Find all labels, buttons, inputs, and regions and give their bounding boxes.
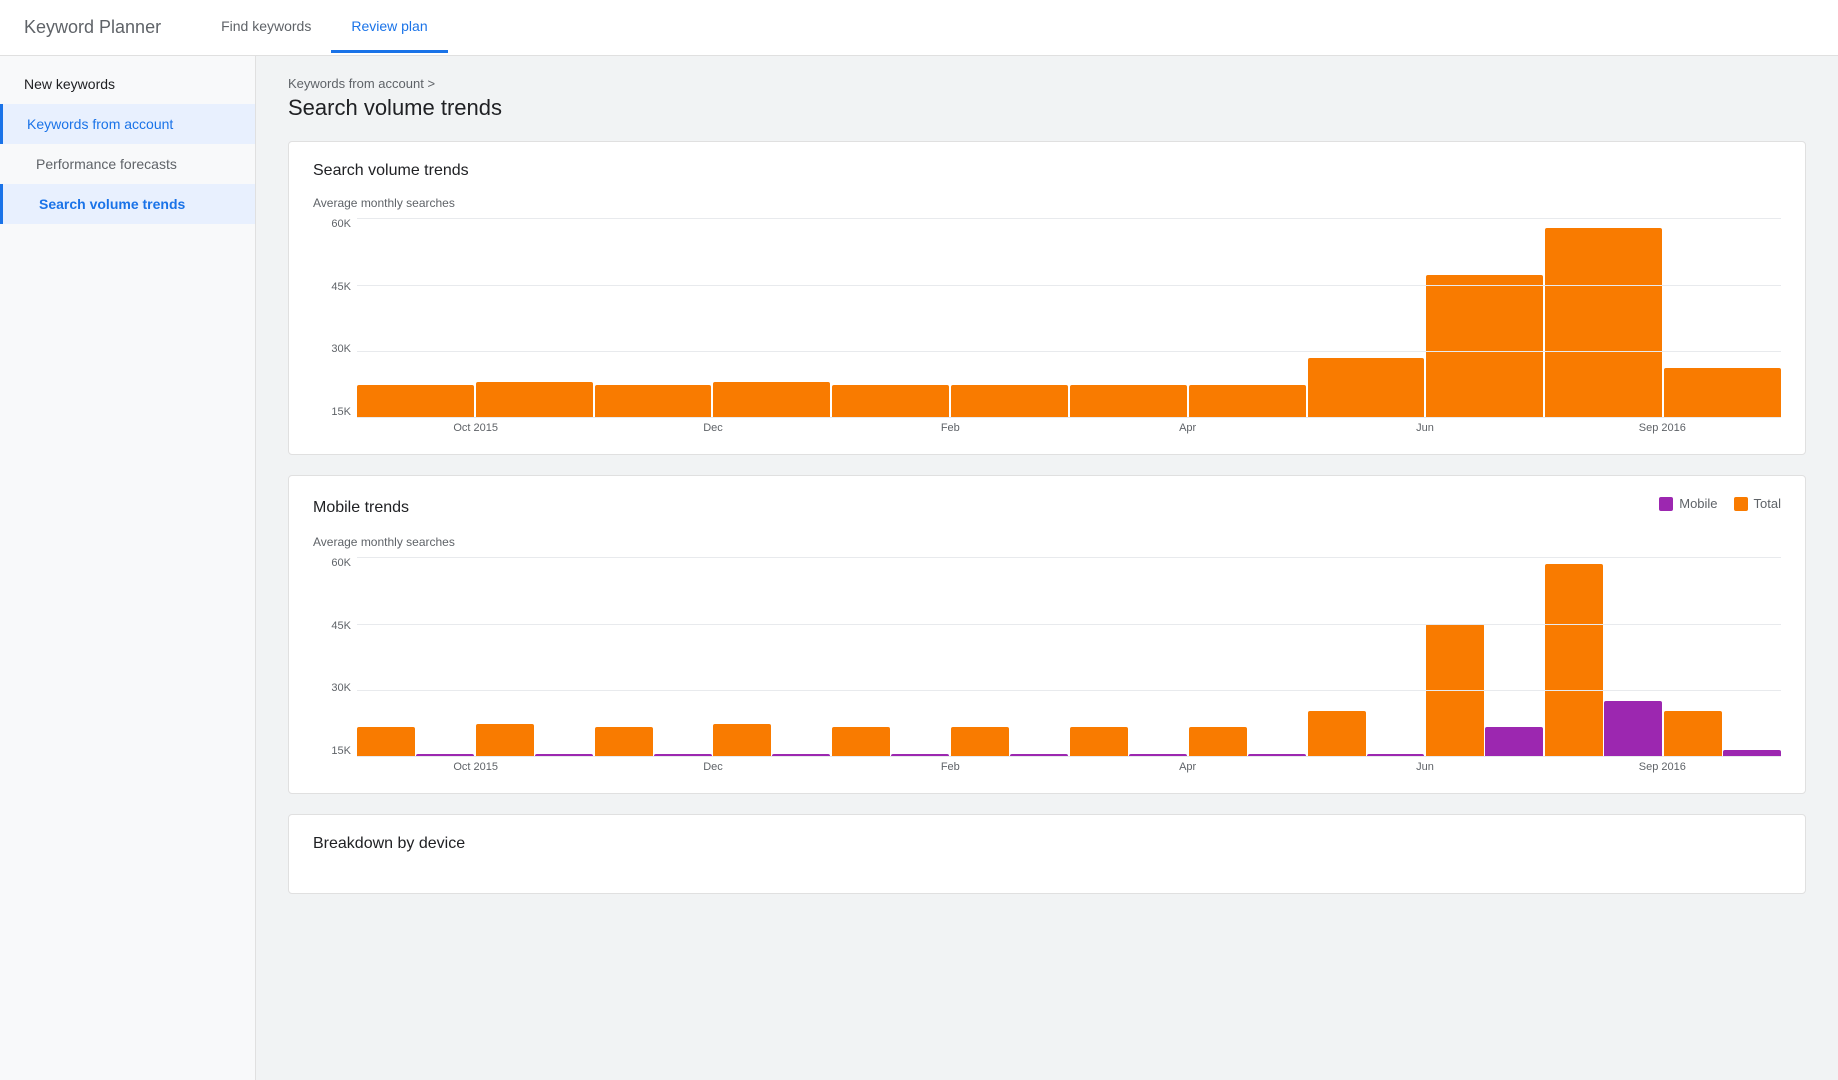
mobile-trends-card: Mobile trends Mobile Total Average month… — [288, 475, 1806, 794]
tab-review-plan[interactable]: Review plan — [331, 2, 447, 53]
x-label: Sep 2016 — [1544, 761, 1781, 773]
x-label: Dec — [594, 761, 831, 773]
y-tick: 30K — [313, 343, 357, 355]
x-label: Dec — [594, 422, 831, 434]
legend-total: Total — [1734, 496, 1781, 511]
x-label: Feb — [832, 422, 1069, 434]
y-tick: 60K — [313, 218, 357, 230]
x-label: Feb — [832, 761, 1069, 773]
chart1-x-labels: Oct 2015 Dec Feb Apr Jun Sep 2016 — [357, 422, 1781, 434]
y-tick: 45K — [313, 281, 357, 293]
chart2-x-labels: Oct 2015 Dec Feb Apr Jun Sep 2016 — [357, 761, 1781, 773]
sidebar-item-new-keywords[interactable]: New keywords — [0, 64, 255, 104]
legend-mobile-dot — [1659, 497, 1673, 511]
x-label: Jun — [1306, 761, 1543, 773]
app-title: Keyword Planner — [24, 17, 161, 38]
search-volume-title: Search volume trends — [313, 162, 1781, 180]
x-label: Sep 2016 — [1544, 422, 1781, 434]
nav-tabs: Find keywords Review plan — [201, 2, 448, 53]
search-volume-card: Search volume trends Average monthly sea… — [288, 141, 1806, 455]
chart2-y-label: Average monthly searches — [313, 535, 1781, 549]
y-tick: 15K — [313, 406, 357, 418]
legend-mobile-label: Mobile — [1679, 496, 1717, 511]
legend-mobile: Mobile — [1659, 496, 1717, 511]
sidebar-item-search-volume-trends[interactable]: Search volume trends — [0, 184, 255, 224]
chart2-bars — [357, 557, 1781, 757]
y-tick: 15K — [313, 745, 357, 757]
sidebar-item-keywords-from-account[interactable]: Keywords from account — [0, 104, 255, 144]
main-content: Keywords from account > Search volume tr… — [256, 56, 1838, 1080]
x-label: Jun — [1306, 422, 1543, 434]
breakdown-title: Breakdown by device — [313, 835, 1781, 853]
page-title: Search volume trends — [288, 95, 1806, 121]
sidebar-item-performance-forecasts[interactable]: Performance forecasts — [0, 144, 255, 184]
breadcrumb: Keywords from account > — [288, 76, 1806, 91]
chart2-area: 15K 30K 45K 60K — [313, 557, 1781, 773]
y-tick: 45K — [313, 620, 357, 632]
legend-total-dot — [1734, 497, 1748, 511]
x-label: Apr — [1069, 422, 1306, 434]
legend-total-label: Total — [1754, 496, 1781, 511]
breadcrumb-parent[interactable]: Keywords from account — [288, 76, 424, 91]
legend: Mobile Total — [1659, 496, 1781, 511]
x-label: Apr — [1069, 761, 1306, 773]
breadcrumb-separator: > — [427, 76, 435, 91]
tab-find-keywords[interactable]: Find keywords — [201, 2, 331, 53]
mobile-trends-title: Mobile trends — [313, 499, 409, 517]
chart1-bars — [357, 218, 1781, 418]
x-label: Oct 2015 — [357, 422, 594, 434]
top-bar: Keyword Planner Find keywords Review pla… — [0, 0, 1838, 56]
main-layout: New keywords Keywords from account Perfo… — [0, 56, 1838, 1080]
chart1-y-label: Average monthly searches — [313, 196, 1781, 210]
chart1-area: 15K 30K 45K 60K — [313, 218, 1781, 434]
breakdown-device-card: Breakdown by device — [288, 814, 1806, 894]
y-tick: 60K — [313, 557, 357, 569]
y-tick: 30K — [313, 682, 357, 694]
sidebar: New keywords Keywords from account Perfo… — [0, 56, 256, 1080]
bars-row-1 — [357, 218, 1781, 418]
x-label: Oct 2015 — [357, 761, 594, 773]
